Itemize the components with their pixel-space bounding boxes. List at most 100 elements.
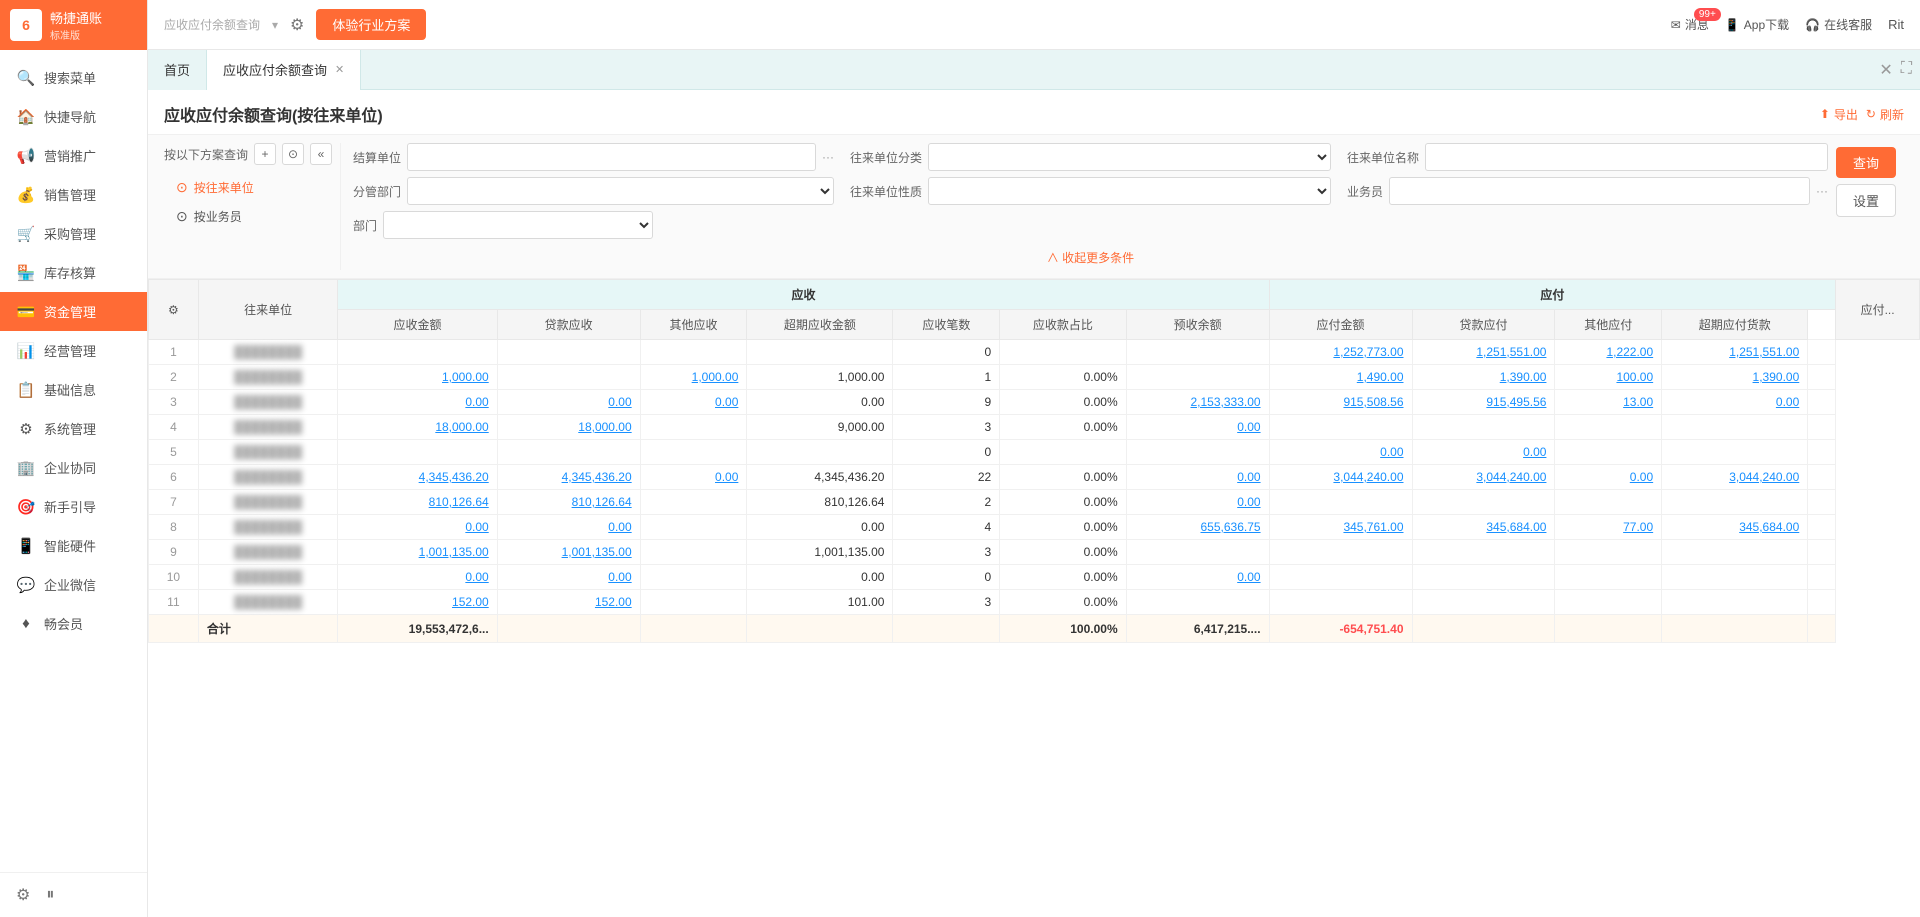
salesperson-label: 业务员 [1347,183,1383,200]
col-ar-group: 应收 [338,280,1269,310]
top-header: 应收应付余额查询 ▾ ⚙ 体验行业方案 ✉ 消息 99+ 📱 App下载 🎧 在… [148,0,1920,50]
schema-by-salesperson[interactable]: ⊙ 按业务员 [164,202,332,231]
footer-ar-count [893,615,1000,643]
finance-icon: 💳 [16,303,36,321]
query-btn-area: 查询 设置 [1828,143,1904,270]
col-ap-group: 应付 [1269,280,1836,310]
dept-label: 部门 [353,217,377,234]
sidebar-bottom: ⚙ ⏸ [0,872,147,917]
col-partner: 往来单位 [198,280,338,340]
filter-area: 按以下方案查询 + ⊙ « ⊙ 按往来单位 ⊙ 按业务员 [148,135,1920,279]
partner-name-input[interactable] [1425,143,1828,171]
sidebar-item-enterprise[interactable]: 🏢 企业协同 [0,448,147,487]
footer-ar-loan [497,615,640,643]
set-btn[interactable]: 设置 [1836,184,1896,217]
sales-icon: 💰 [16,186,36,204]
close-window-icon[interactable]: ✕ [1879,60,1892,80]
filter-add-btn[interactable]: + [254,143,276,165]
enterprise-icon: 🏢 [16,459,36,477]
partner-nature-select[interactable] [928,177,1331,205]
data-table: ⚙ 往来单位 应收 应付 应付... 应收金额 贷款应收 其他应收 超期应收金额… [148,279,1920,643]
online-service-icon: 🎧 [1805,18,1820,32]
member-icon: ♦ [16,615,36,632]
col-settings[interactable]: ⚙ [149,280,199,340]
collapse-more-btn[interactable]: ∧ 收起更多条件 [1047,249,1134,266]
sidebar-item-purchase[interactable]: 🛒 采购管理 [0,214,147,253]
sidebar-item-marketing[interactable]: 📢 营销推广 [0,136,147,175]
page-title: 应收应付余额查询(按往来单位) [164,102,383,126]
dropdown-arrow-icon[interactable]: ▾ [272,18,278,32]
schema-by-partner[interactable]: ⊙ 按往来单位 [164,173,332,202]
filter-salesperson: 业务员 ··· [1347,177,1828,205]
salesperson-input[interactable] [1389,177,1810,205]
col-ar-count: 应收笔数 [893,310,1000,340]
division-dept-select[interactable] [407,177,834,205]
sidebar-collapse-icon[interactable]: ⏸ [46,886,54,904]
sidebar: 6 畅捷通账 标准版 🔍 搜索菜单 🏠 快捷导航 📢 营销推广 💰 销售管理 🛒… [0,0,148,917]
footer-ar-prepay: 6,417,215.... [1126,615,1269,643]
user-name[interactable]: Rit [1888,17,1904,32]
col-ap-amount: 应付金额 [1269,310,1412,340]
partner-cell: ████████ [198,565,338,590]
dept-select[interactable] [383,211,653,239]
filter-settings-btn[interactable]: ⊙ [282,143,304,165]
search-menu-icon: 🔍 [16,69,36,87]
tab-ar-ap[interactable]: 应收应付余额查询 ✕ [207,50,361,90]
col-ap-loan: 贷款应付 [1412,310,1555,340]
quick-nav-icon: 🏠 [16,108,36,126]
app-download-icon: 📱 [1725,18,1740,32]
filter-partner-nature: 往来单位性质 [850,177,1331,205]
solution-btn[interactable]: 体验行业方案 [316,9,426,40]
wechat-icon: 💬 [16,576,36,594]
col-ar-overdue: 超期应收金额 [747,310,893,340]
settlement-unit-ellipsis[interactable]: ··· [822,150,834,164]
query-btn[interactable]: 查询 [1836,147,1896,178]
sidebar-item-operation[interactable]: 📊 经营管理 [0,331,147,370]
table-row: 1████████01,252,773.001,251,551.001,222.… [149,340,1920,365]
maximize-window-icon[interactable]: ⛶ [1901,60,1912,80]
col-ap-other: 其他应付 [1555,310,1662,340]
chevron-up-icon: ∧ [1047,251,1062,265]
tab-home[interactable]: 首页 [148,50,207,90]
sidebar-item-system[interactable]: ⚙ 系统管理 [0,409,147,448]
sidebar-item-guide[interactable]: 🎯 新手引导 [0,487,147,526]
footer-ar-other [640,615,747,643]
sidebar-item-sales[interactable]: 💰 销售管理 [0,175,147,214]
tab-close-icon[interactable]: ✕ [335,63,344,76]
sidebar-item-basic-info[interactable]: 📋 基础信息 [0,370,147,409]
sidebar-item-search[interactable]: 🔍 搜索菜单 [0,58,147,97]
partner-name-label: 往来单位名称 [1347,149,1419,166]
refresh-btn[interactable]: ↻ 刷新 [1866,106,1904,123]
sidebar-item-hardware[interactable]: 📱 智能硬件 [0,526,147,565]
sidebar-item-quick-nav[interactable]: 🏠 快捷导航 [0,97,147,136]
filter-collapse-btn[interactable]: « [310,143,332,165]
partner-cell: ████████ [198,365,338,390]
table-row: 4████████18,000.0018,000.009,000.0030.00… [149,415,1920,440]
app-download-btn[interactable]: 📱 App下载 [1725,16,1789,33]
settlement-unit-input[interactable] [407,143,816,171]
salesperson-ellipsis[interactable]: ··· [1816,184,1828,198]
filter-row-3: 部门 [353,211,1828,239]
table-row: 11████████152.00152.00101.0030.00% [149,590,1920,615]
table-row: 2████████1,000.001,000.001,000.0010.00%1… [149,365,1920,390]
sidebar-item-member[interactable]: ♦ 畅会员 [0,604,147,643]
message-badge: 99+ [1694,8,1721,21]
sidebar-settings-icon[interactable]: ⚙ [16,885,30,905]
footer-label: 合计 [198,615,338,643]
message-btn[interactable]: ✉ 消息 99+ [1671,16,1709,33]
export-btn[interactable]: ⬆ 导出 [1820,106,1858,123]
collapse-row: ∧ 收起更多条件 [353,245,1828,270]
footer-ar-ratio: 100.00% [1000,615,1126,643]
online-service-btn[interactable]: 🎧 在线客服 [1805,16,1872,33]
table-row: 7████████810,126.64810,126.64810,126.642… [149,490,1920,515]
sidebar-item-finance[interactable]: 💳 资金管理 [0,292,147,331]
sidebar-item-wechat[interactable]: 💬 企业微信 [0,565,147,604]
table-settings-icon[interactable]: ⚙ [168,303,179,317]
partner-category-select[interactable] [928,143,1331,171]
header-gear-icon[interactable]: ⚙ [290,15,304,35]
hardware-icon: 📱 [16,537,36,555]
sidebar-item-inventory[interactable]: 🏪 库存核算 [0,253,147,292]
table-wrapper[interactable]: ⚙ 往来单位 应收 应付 应付... 应收金额 贷款应收 其他应收 超期应收金额… [148,279,1920,917]
table-row: 9████████1,001,135.001,001,135.001,001,1… [149,540,1920,565]
window-controls: ✕ ⛶ [1879,60,1920,80]
